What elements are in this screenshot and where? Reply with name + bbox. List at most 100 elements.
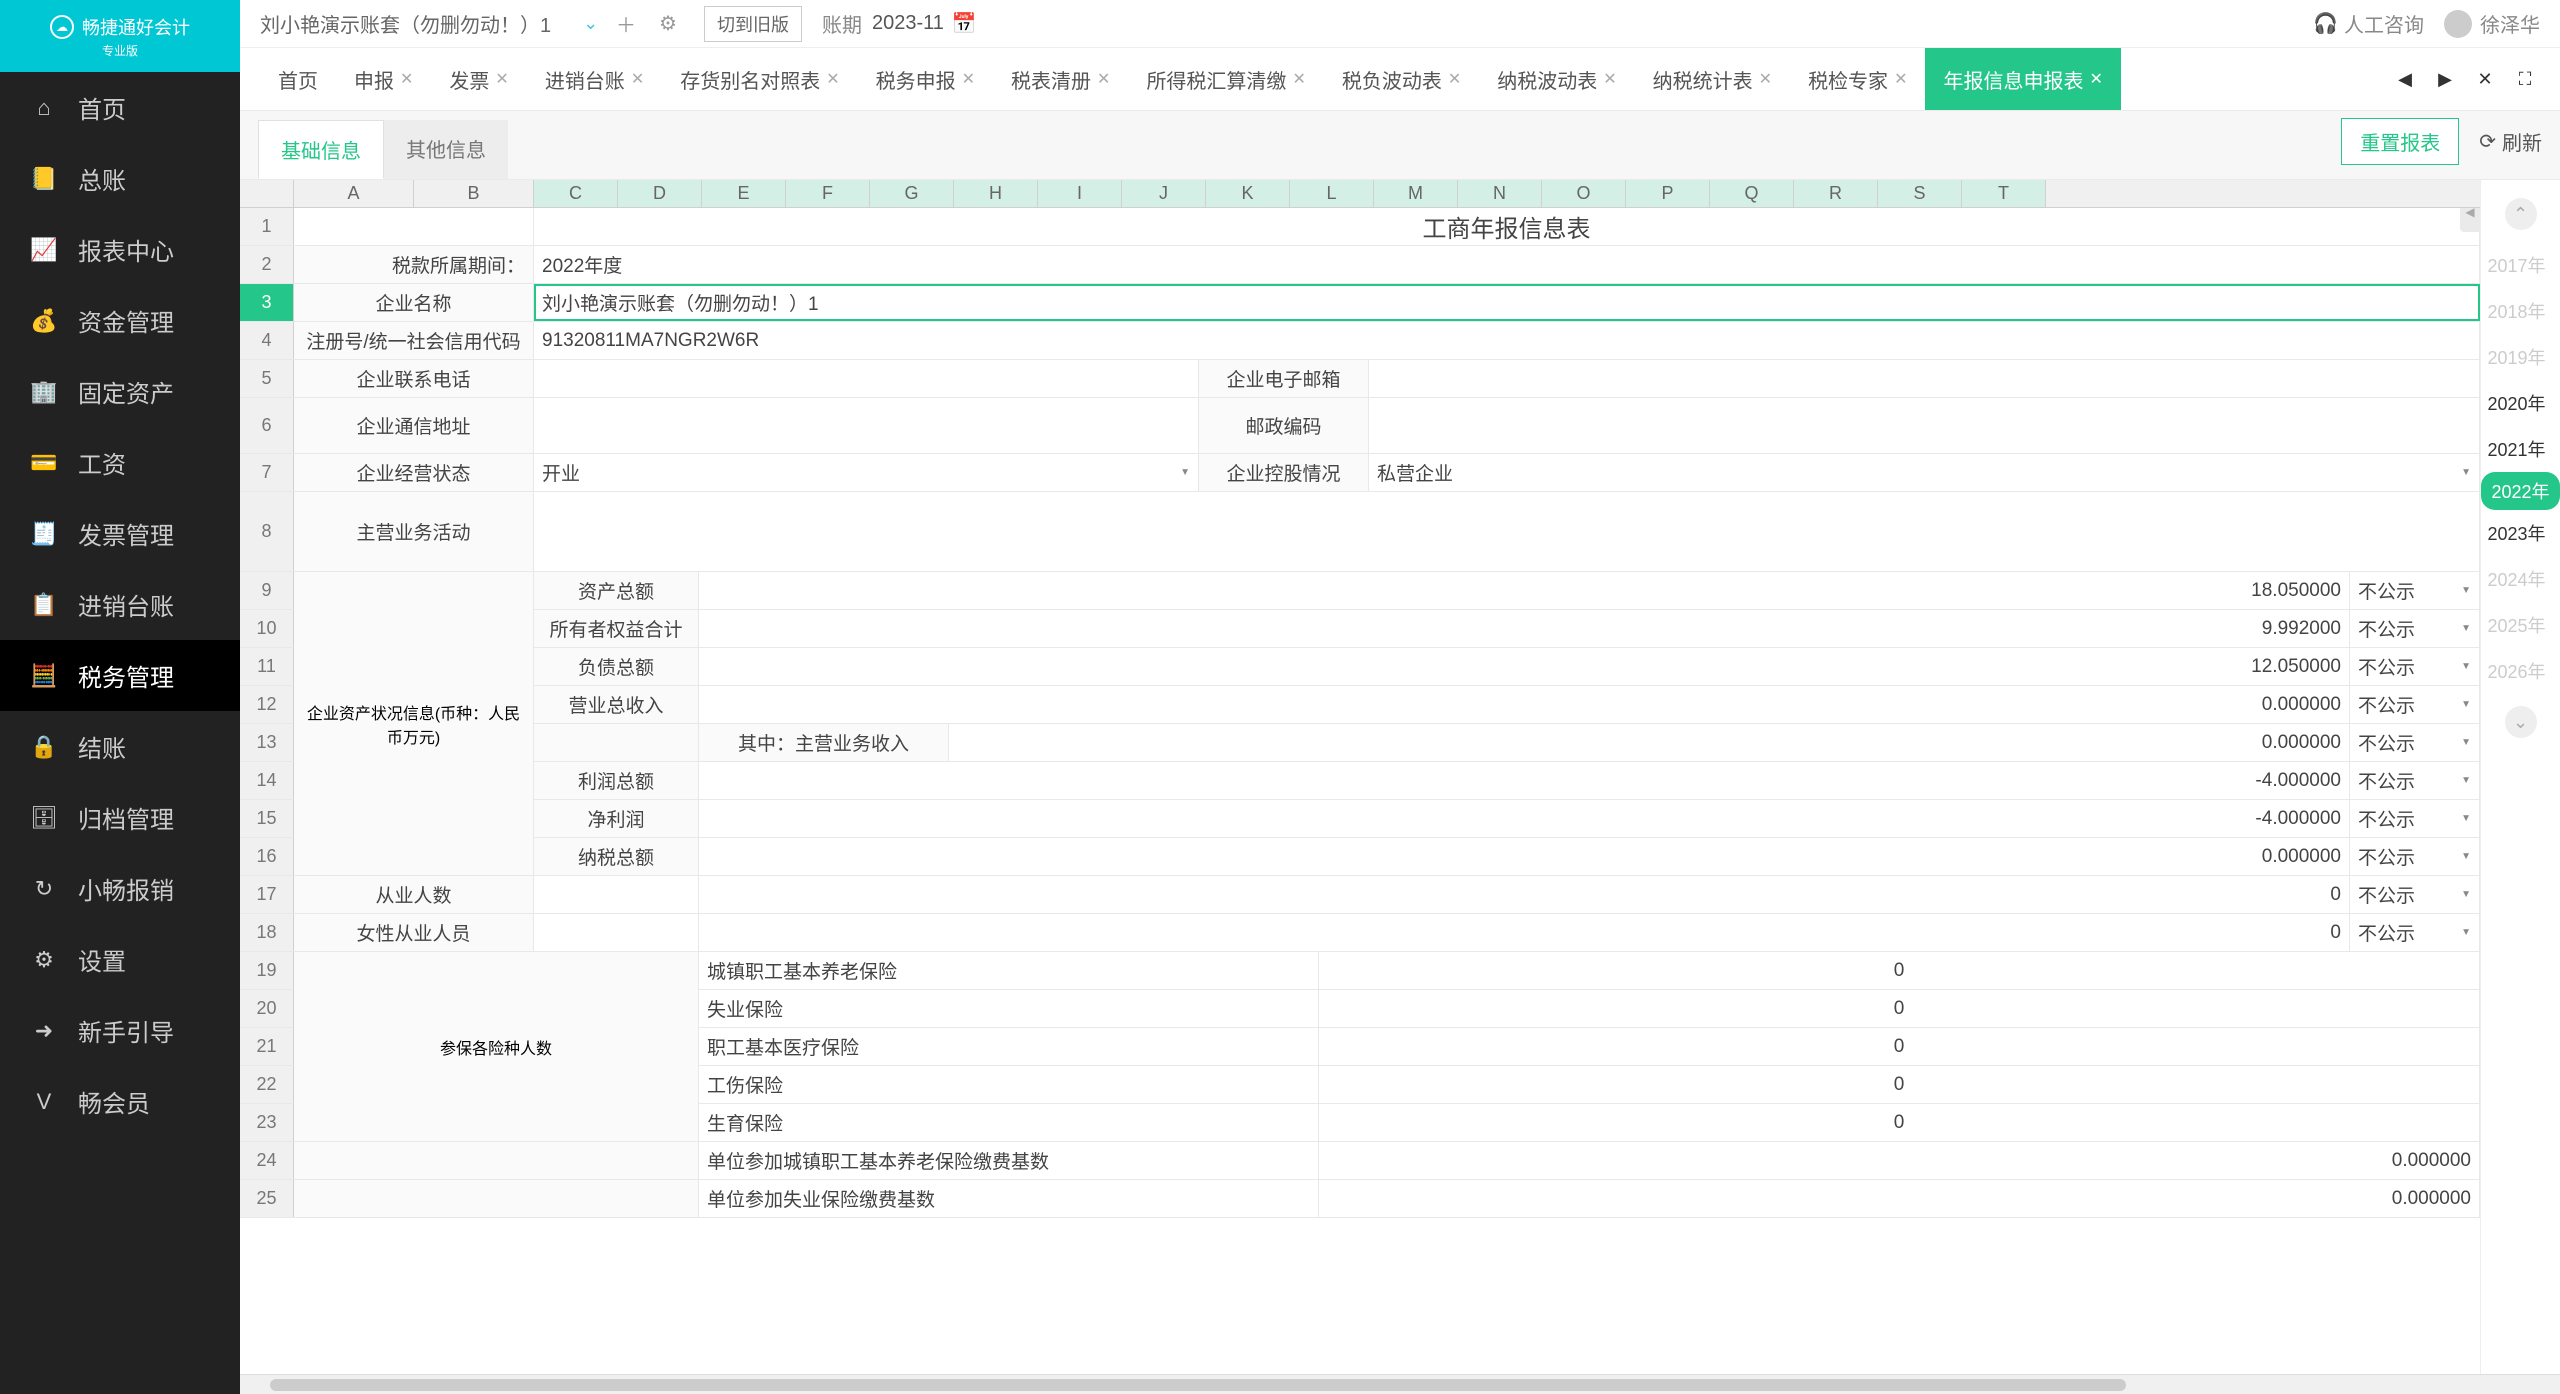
user-menu[interactable]: 徐泽华 — [2444, 9, 2540, 38]
close-icon[interactable]: ✕ — [826, 69, 839, 89]
year-2018年[interactable]: 2018年 — [2481, 288, 2559, 334]
col-header-R[interactable]: R — [1794, 180, 1878, 207]
fin-value[interactable]: -4.000000 — [699, 762, 2350, 799]
col-header-D[interactable]: D — [618, 180, 702, 207]
subtab-1[interactable]: 其他信息 — [384, 120, 508, 179]
row-header[interactable]: 24 — [240, 1142, 294, 1179]
fin-pub-select[interactable]: 不公示 — [2350, 610, 2480, 647]
year-2020年[interactable]: 2020年 — [2481, 380, 2559, 426]
fin-value[interactable]: 12.050000 — [699, 648, 2350, 685]
close-icon[interactable]: ✕ — [495, 69, 508, 89]
sidebar-item-3[interactable]: 💰资金管理 — [0, 285, 240, 356]
close-icon[interactable]: ✕ — [2089, 69, 2102, 89]
close-icon[interactable]: ✕ — [962, 69, 975, 89]
tab-10[interactable]: 纳税统计表✕ — [1635, 48, 1790, 110]
holding-label[interactable]: 企业控股情况 — [1199, 454, 1369, 491]
row-header[interactable]: 1 — [240, 208, 294, 245]
tab-8[interactable]: 税负波动表✕ — [1324, 48, 1479, 110]
sidebar-item-9[interactable]: 🔒结账 — [0, 711, 240, 782]
row-header[interactable]: 20 — [240, 990, 294, 1028]
emp-value[interactable]: 0 — [699, 876, 2350, 913]
ins-label[interactable]: 生育保险 — [699, 1104, 1319, 1141]
year-2024年[interactable]: 2024年 — [2481, 556, 2559, 602]
fin-sublabel[interactable]: 其中：主营业务收入 — [699, 724, 949, 761]
scroll-up-icon[interactable]: ⌃ — [2505, 198, 2537, 230]
sidebar-item-0[interactable]: ⌂首页 — [0, 72, 240, 143]
sidebar-item-13[interactable]: ➜新手引导 — [0, 995, 240, 1066]
ins-label[interactable]: 工伤保险 — [699, 1066, 1319, 1103]
addr-label[interactable]: 企业通信地址 — [294, 398, 534, 453]
female-label[interactable]: 女性从业人员 — [294, 914, 534, 951]
tab-0[interactable]: 首页 — [260, 48, 336, 110]
sidebar-item-4[interactable]: 🏢固定资产 — [0, 356, 240, 427]
fin-label[interactable]: 营业总收入 — [534, 686, 699, 723]
period-field-value[interactable]: 2022年度 — [534, 246, 2480, 283]
sidebar-item-6[interactable]: 🧾发票管理 — [0, 498, 240, 569]
company-label[interactable]: 企业名称 — [294, 284, 534, 321]
row-header[interactable]: 19 — [240, 952, 294, 990]
close-icon[interactable]: ✕ — [1448, 69, 1461, 89]
sidebar-item-10[interactable]: 🗄归档管理 — [0, 782, 240, 853]
reset-report-button[interactable]: 重置报表 — [2341, 118, 2459, 165]
ins-value[interactable]: 0 — [1319, 1028, 2480, 1065]
email-label[interactable]: 企业电子邮箱 — [1199, 360, 1369, 397]
base-label[interactable]: 单位参加失业保险缴费基数 — [699, 1180, 1319, 1217]
holding-select[interactable]: 私营企业 — [1369, 454, 2480, 491]
row-header[interactable]: 18 — [240, 914, 294, 951]
asset-group-label[interactable]: 企业资产状况信息(币种：人民币万元) — [294, 572, 534, 876]
year-2021年[interactable]: 2021年 — [2481, 426, 2559, 472]
year-2025年[interactable]: 2025年 — [2481, 602, 2559, 648]
row-header[interactable]: 3 — [240, 284, 294, 321]
phone-label[interactable]: 企业联系电话 — [294, 360, 534, 397]
tab-7[interactable]: 所得税汇算清缴✕ — [1128, 48, 1323, 110]
row-header[interactable]: 8 — [240, 492, 294, 571]
col-header-O[interactable]: O — [1542, 180, 1626, 207]
col-header-S[interactable]: S — [1878, 180, 1962, 207]
calendar-icon[interactable]: 📅 — [952, 11, 977, 36]
fin-pub-select[interactable]: 不公示 — [2350, 572, 2480, 609]
ins-label[interactable]: 职工基本医疗保险 — [699, 1028, 1319, 1065]
tab-9[interactable]: 纳税波动表✕ — [1479, 48, 1634, 110]
sidebar-item-1[interactable]: 📒总账 — [0, 143, 240, 214]
switch-old-button[interactable]: 切到旧版 — [704, 6, 802, 42]
close-icon[interactable]: ✕ — [1759, 69, 1772, 89]
row-header[interactable]: 23 — [240, 1104, 294, 1142]
row-header[interactable]: 13 — [240, 724, 294, 762]
row-header[interactable]: 11 — [240, 648, 294, 686]
sidebar-item-14[interactable]: V畅会员 — [0, 1066, 240, 1137]
base-label[interactable]: 单位参加城镇职工基本养老保险缴费基数 — [699, 1142, 1319, 1179]
row-header[interactable]: 5 — [240, 360, 294, 397]
col-header-H[interactable]: H — [954, 180, 1038, 207]
fin-label[interactable]: 纳税总额 — [534, 838, 699, 875]
col-header-L[interactable]: L — [1290, 180, 1374, 207]
col-header-T[interactable]: T — [1962, 180, 2046, 207]
tab-close-all-icon[interactable]: ✕ — [2470, 64, 2500, 94]
row-header[interactable]: 15 — [240, 800, 294, 838]
col-header-I[interactable]: I — [1038, 180, 1122, 207]
fin-value[interactable]: 0.000000 — [699, 838, 2350, 875]
tab-1[interactable]: 申报✕ — [336, 48, 431, 110]
tab-next-icon[interactable]: ▶ — [2430, 64, 2460, 94]
female-value[interactable]: 0 — [699, 914, 2350, 951]
emp-label[interactable]: 从业人数 — [294, 876, 534, 913]
tab-3[interactable]: 进销台账✕ — [527, 48, 662, 110]
fin-pub-select[interactable]: 不公示 — [2350, 648, 2480, 685]
refresh-button[interactable]: ⟳ 刷新 — [2479, 127, 2542, 156]
row-header[interactable]: 9 — [240, 572, 294, 610]
tab-prev-icon[interactable]: ◀ — [2390, 64, 2420, 94]
row-header[interactable]: 7 — [240, 454, 294, 491]
close-icon[interactable]: ✕ — [400, 69, 413, 89]
close-icon[interactable]: ✕ — [1603, 69, 1616, 89]
consult-link[interactable]: 🎧 人工咨询 — [2313, 9, 2424, 38]
status-select[interactable]: 开业 — [534, 454, 1199, 491]
row-header[interactable]: 25 — [240, 1180, 294, 1217]
close-icon[interactable]: ✕ — [631, 69, 644, 89]
col-header-N[interactable]: N — [1458, 180, 1542, 207]
close-icon[interactable]: ✕ — [1292, 69, 1305, 89]
sidebar-item-11[interactable]: ↻小畅报销 — [0, 853, 240, 924]
col-header-K[interactable]: K — [1206, 180, 1290, 207]
period-value[interactable]: 2023-11 — [872, 12, 944, 35]
fin-pub-select[interactable]: 不公示 — [2350, 838, 2480, 875]
horizontal-scrollbar[interactable] — [240, 1374, 2560, 1394]
fin-value[interactable]: 0.000000 — [699, 686, 2350, 723]
